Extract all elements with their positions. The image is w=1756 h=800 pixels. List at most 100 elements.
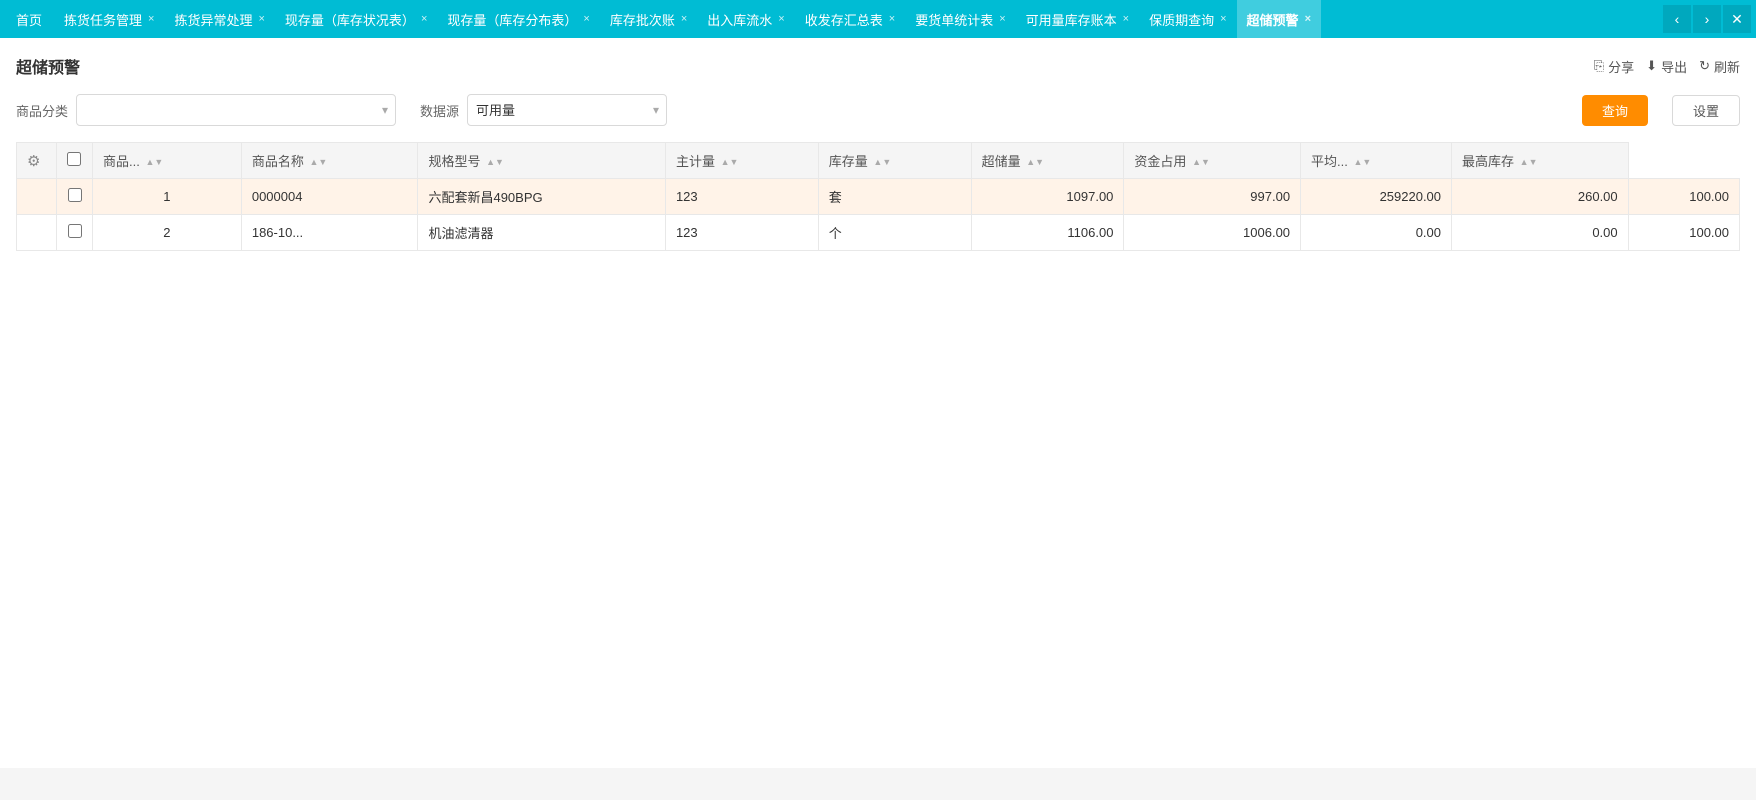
th-goods-name[interactable]: 商品名称 ▲▼ xyxy=(241,143,418,179)
td-settings-1 xyxy=(17,215,57,251)
th-goods-code-label: 商品... xyxy=(103,154,140,169)
select-all-checkbox[interactable] xyxy=(67,152,81,166)
query-button[interactable]: 查询 xyxy=(1582,95,1648,126)
nav-tab-label-1: 拣货异常处理 xyxy=(174,10,252,29)
category-label: 商品分类 xyxy=(16,101,68,120)
td-spec-0: 123 xyxy=(665,179,818,215)
nav-bar: 首页 拣货任务管理 × 拣货异常处理 × 现存量（库存状况表） × 现存量（库存… xyxy=(0,0,1756,38)
th-over-stock-label: 超储量 xyxy=(982,154,1021,169)
nav-prev-button[interactable]: ‹ xyxy=(1663,5,1691,33)
th-stock-label: 库存量 xyxy=(829,154,868,169)
page-header: 超储预警 ⎘ 分享 ⬇ 导出 ↻ 刷新 xyxy=(16,54,1740,78)
category-select[interactable] xyxy=(76,94,396,126)
th-spec[interactable]: 规格型号 ▲▼ xyxy=(418,143,665,179)
datasource-label: 数据源 xyxy=(420,101,459,120)
nav-tab-close-7[interactable]: × xyxy=(999,13,1005,25)
export-icon: ⬇ xyxy=(1646,58,1657,74)
nav-tab-label-4: 库存批次账 xyxy=(610,10,675,29)
td-capital-1: 0.00 xyxy=(1301,215,1452,251)
th-over-stock[interactable]: 超储量 ▲▼ xyxy=(971,143,1124,179)
td-check-1[interactable] xyxy=(57,215,93,251)
datasource-select[interactable]: 可用量 xyxy=(467,94,667,126)
nav-tab-10[interactable]: 超储预警 × xyxy=(1237,0,1321,38)
nav-tab-close-4[interactable]: × xyxy=(681,13,687,25)
nav-tab-4[interactable]: 库存批次账 × xyxy=(600,0,697,38)
nav-tab-label-10: 超储预警 xyxy=(1247,10,1299,29)
th-goods-code[interactable]: 商品... ▲▼ xyxy=(93,143,242,179)
th-avg[interactable]: 平均... ▲▼ xyxy=(1301,143,1452,179)
nav-tab-7[interactable]: 要货单统计表 × xyxy=(905,0,1015,38)
sort-icon-goods-code: ▲▼ xyxy=(145,158,163,167)
td-spec-1: 123 xyxy=(665,215,818,251)
td-over-stock-1: 1006.00 xyxy=(1124,215,1301,251)
td-num-0: 1 xyxy=(93,179,242,215)
row-checkbox-0[interactable] xyxy=(68,188,82,202)
th-capital[interactable]: 资金占用 ▲▼ xyxy=(1124,143,1301,179)
nav-tab-close-0[interactable]: × xyxy=(148,13,154,25)
nav-tab-5[interactable]: 出入库流水 × xyxy=(697,0,794,38)
nav-tab-close-6[interactable]: × xyxy=(889,13,895,25)
td-num-1: 2 xyxy=(93,215,242,251)
nav-tab-close-9[interactable]: × xyxy=(1220,13,1226,25)
nav-close-all-button[interactable]: ✕ xyxy=(1723,5,1751,33)
settings-icon[interactable]: ⚙ xyxy=(27,153,40,170)
th-avg-label: 平均... xyxy=(1311,154,1348,169)
share-label: 分享 xyxy=(1608,57,1634,76)
td-settings-0 xyxy=(17,179,57,215)
th-checkbox[interactable] xyxy=(57,143,93,179)
refresh-button[interactable]: ↻ 刷新 xyxy=(1699,57,1740,76)
nav-tab-label-8: 可用量库存账本 xyxy=(1026,10,1117,29)
nav-tab-8[interactable]: 可用量库存账本 × xyxy=(1016,0,1139,38)
nav-tab-3[interactable]: 现存量（库存分布表） × xyxy=(437,0,599,38)
refresh-icon: ↻ xyxy=(1699,58,1710,74)
th-max-stock[interactable]: 最高库存 ▲▼ xyxy=(1452,143,1629,179)
nav-tab-6[interactable]: 收发存汇总表 × xyxy=(795,0,905,38)
nav-tab-label-5: 出入库流水 xyxy=(707,10,772,29)
share-button[interactable]: ⎘ 分享 xyxy=(1594,57,1634,76)
export-button[interactable]: ⬇ 导出 xyxy=(1646,57,1687,76)
row-checkbox-1[interactable] xyxy=(68,224,82,238)
td-goods-name-1: 机油滤清器 xyxy=(418,215,665,251)
td-goods-code-1: 186-10... xyxy=(241,215,418,251)
nav-tab-close-8[interactable]: × xyxy=(1123,13,1129,25)
nav-tab-label-6: 收发存汇总表 xyxy=(805,10,883,29)
nav-tab-close-3[interactable]: × xyxy=(583,13,589,25)
th-stock[interactable]: 库存量 ▲▼ xyxy=(818,143,971,179)
td-check-0[interactable] xyxy=(57,179,93,215)
th-unit-label: 主计量 xyxy=(676,154,715,169)
th-max-stock-label: 最高库存 xyxy=(1462,154,1514,169)
table-row: 2 186-10... 机油滤清器 123 个 1106.00 1006.00 … xyxy=(17,215,1740,251)
nav-tab-label-3: 现存量（库存分布表） xyxy=(447,10,577,29)
nav-tab-close-2[interactable]: × xyxy=(421,13,427,25)
td-avg-0: 260.00 xyxy=(1452,179,1629,215)
set-button[interactable]: 设置 xyxy=(1672,95,1740,126)
nav-tab-1[interactable]: 拣货异常处理 × xyxy=(164,0,274,38)
th-unit[interactable]: 主计量 ▲▼ xyxy=(665,143,818,179)
td-over-stock-0: 997.00 xyxy=(1124,179,1301,215)
nav-home[interactable]: 首页 xyxy=(4,0,54,38)
th-spec-label: 规格型号 xyxy=(428,154,480,169)
td-avg-1: 0.00 xyxy=(1452,215,1629,251)
nav-tab-close-1[interactable]: × xyxy=(258,13,264,25)
sort-icon-avg: ▲▼ xyxy=(1354,158,1372,167)
nav-tab-close-5[interactable]: × xyxy=(778,13,784,25)
nav-tab-0[interactable]: 拣货任务管理 × xyxy=(54,0,164,38)
nav-arrows: ‹ › ✕ xyxy=(1662,5,1752,33)
th-settings[interactable]: ⚙ xyxy=(17,143,57,179)
td-stock-0: 1097.00 xyxy=(971,179,1124,215)
nav-tab-label-0: 拣货任务管理 xyxy=(64,10,142,29)
td-goods-code-0: 0000004 xyxy=(241,179,418,215)
nav-tab-2[interactable]: 现存量（库存状况表） × xyxy=(275,0,437,38)
sort-icon-max-stock: ▲▼ xyxy=(1520,158,1538,167)
sort-icon-spec: ▲▼ xyxy=(486,158,504,167)
td-capital-0: 259220.00 xyxy=(1301,179,1452,215)
td-max-stock-0: 100.00 xyxy=(1628,179,1739,215)
datasource-select-wrap: 可用量 xyxy=(467,94,667,126)
datasource-filter: 数据源 可用量 xyxy=(420,94,667,126)
nav-next-button[interactable]: › xyxy=(1693,5,1721,33)
table-row: 1 0000004 六配套新昌490BPG 123 套 1097.00 997.… xyxy=(17,179,1740,215)
nav-tab-close-10[interactable]: × xyxy=(1305,13,1311,25)
nav-tab-9[interactable]: 保质期查询 × xyxy=(1139,0,1236,38)
nav-tab-label-2: 现存量（库存状况表） xyxy=(285,10,415,29)
nav-tab-label-7: 要货单统计表 xyxy=(915,10,993,29)
